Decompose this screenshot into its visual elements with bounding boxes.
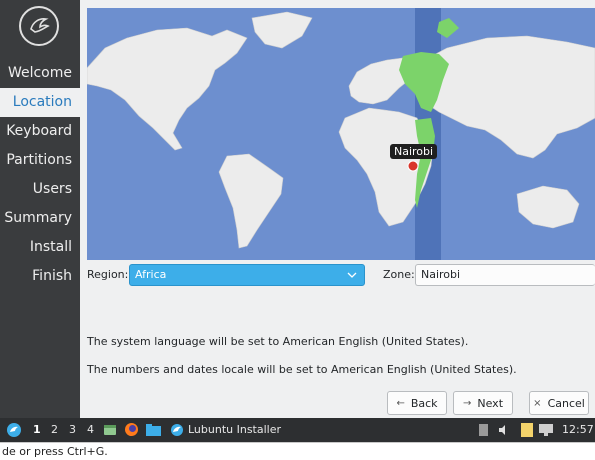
notes-icon[interactable] [521, 418, 533, 442]
firefox-icon[interactable] [124, 418, 139, 442]
next-button-label: Next [477, 396, 504, 410]
taskbar-window-title: Lubuntu Installer [188, 423, 282, 436]
region-value: Africa [135, 268, 167, 281]
sidebar-item-partitions[interactable]: Partitions [0, 146, 80, 175]
back-button-label: Back [410, 396, 438, 410]
sidebar-item-welcome[interactable]: Welcome [0, 59, 80, 88]
keyboard-tray-icon[interactable] [478, 418, 489, 442]
world-map-svg [87, 8, 595, 260]
arrow-left-icon: ← [396, 397, 405, 409]
chevron-down-icon [347, 268, 357, 288]
lubuntu-menu-icon[interactable] [6, 418, 22, 442]
main-content: Nairobi Region: Africa Zone: Nairobi The… [80, 0, 595, 418]
cancel-button-label: Cancel [547, 396, 585, 410]
monitor-icon[interactable] [539, 418, 553, 442]
timezone-map[interactable]: Nairobi [87, 8, 595, 260]
zone-select[interactable]: Nairobi [415, 264, 595, 286]
folder-icon[interactable] [146, 418, 161, 442]
sidebar-item-keyboard[interactable]: Keyboard [0, 117, 80, 146]
volume-icon[interactable] [498, 418, 510, 442]
taskbar: 1 2 3 4 Lubuntu Installer 12:57 [0, 418, 595, 442]
cancel-button[interactable]: × Cancel [529, 391, 589, 415]
greenland-shape [251, 11, 313, 49]
language-info-text: The system language will be set to Ameri… [87, 335, 469, 348]
zone-value: Nairobi [421, 268, 461, 281]
arrow-right-icon: → [462, 397, 472, 409]
sidebar-item-install[interactable]: Install [0, 233, 80, 262]
sidebar-item-finish[interactable]: Finish [0, 262, 80, 291]
south-america-shape [218, 153, 284, 249]
sidebar-nav: Welcome Location Keyboard Partitions Use… [0, 59, 80, 291]
location-selector-row: Region: Africa Zone: Nairobi [80, 264, 595, 286]
sidebar-item-users[interactable]: Users [0, 175, 80, 204]
sidebar: Welcome Location Keyboard Partitions Use… [0, 0, 80, 418]
clock[interactable]: 12:57 [562, 418, 594, 442]
file-manager-icon[interactable] [103, 418, 117, 442]
back-button[interactable]: ← Back [387, 391, 447, 415]
pin-label: Nairobi [390, 144, 438, 159]
location-pin-icon[interactable] [407, 160, 419, 172]
region-label: Region: [87, 268, 129, 281]
workspace-3[interactable]: 3 [69, 418, 76, 442]
workspace-1[interactable]: 1 [33, 418, 41, 442]
north-america-shape [87, 27, 248, 151]
workspace-2[interactable]: 2 [51, 418, 58, 442]
close-icon: × [533, 397, 542, 409]
region-select[interactable]: Africa [129, 264, 365, 286]
installer-icon [171, 424, 183, 436]
status-bar: de or press Ctrl+G. [0, 442, 595, 460]
australia-shape [516, 185, 580, 229]
sidebar-item-summary[interactable]: Summary [0, 204, 80, 233]
zone-label: Zone: [383, 268, 415, 281]
taskbar-window-lubuntu-installer[interactable]: Lubuntu Installer [170, 418, 281, 442]
workspace-4[interactable]: 4 [87, 418, 94, 442]
sidebar-item-location[interactable]: Location [0, 88, 80, 117]
lubuntu-logo-icon [19, 6, 59, 46]
next-button[interactable]: → Next [453, 391, 513, 415]
locale-info-text: The numbers and dates locale will be set… [87, 363, 517, 376]
